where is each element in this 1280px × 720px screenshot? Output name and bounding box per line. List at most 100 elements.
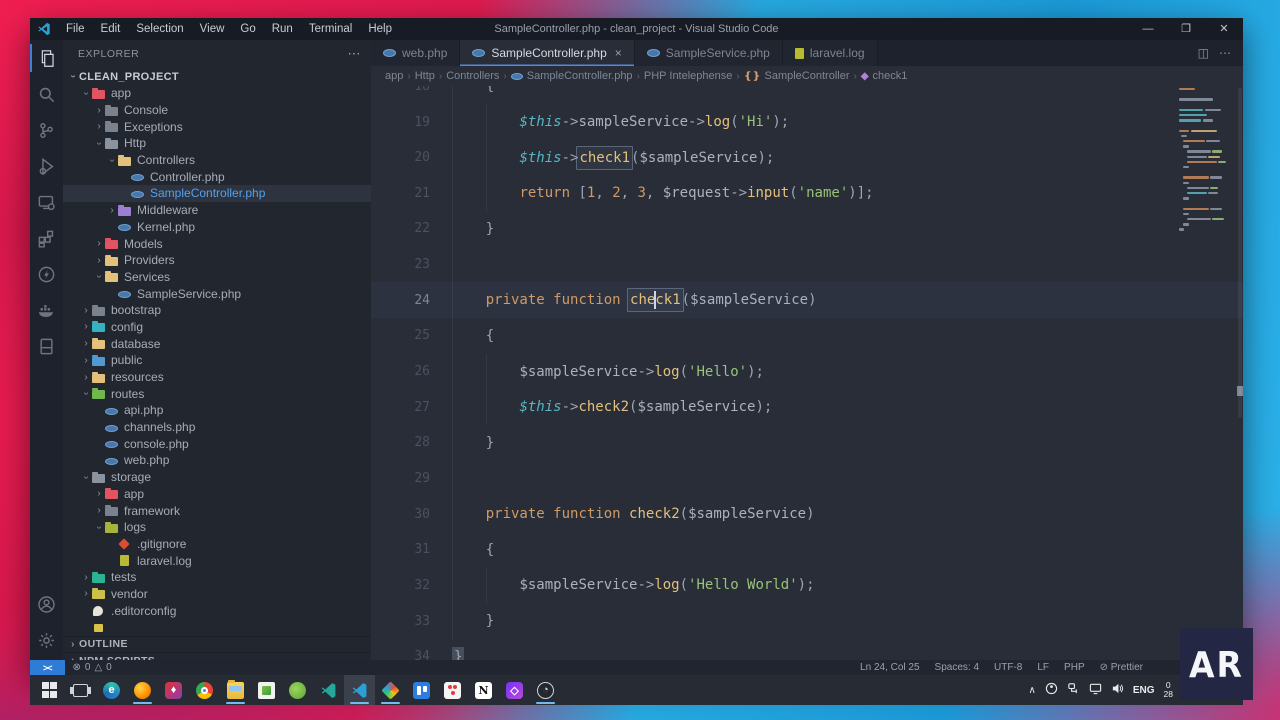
taskbar-icon-file-explorer[interactable]	[220, 675, 251, 705]
tree-item-app[interactable]: › app	[63, 486, 371, 503]
code-line-19[interactable]: 19 $this->sampleService->log('Hi');	[371, 104, 1243, 140]
remote-indicator[interactable]: ><	[30, 660, 65, 675]
tree-item-editorconfig[interactable]: .editorconfig	[63, 602, 371, 619]
more-actions-icon[interactable]: ⋯	[1219, 46, 1231, 60]
code-line-22[interactable]: 22 }	[371, 211, 1243, 247]
taskbar-icon-task-view[interactable]	[65, 675, 96, 705]
editor-scrollbar[interactable]	[1237, 86, 1243, 660]
minimize-button[interactable]: —	[1129, 18, 1167, 40]
tree-item-models[interactable]: › Models	[63, 235, 371, 252]
tray-chevron-up-icon[interactable]: ∧	[1029, 685, 1036, 696]
taskbar-icon-red-dots-app[interactable]	[437, 675, 468, 705]
breadcrumb-item-app[interactable]: app	[385, 70, 403, 82]
taskbar-icon-colorful-diamond-app[interactable]	[375, 675, 406, 705]
breadcrumb-item-controllers[interactable]: Controllers	[446, 70, 499, 82]
search-icon[interactable]	[30, 76, 63, 112]
code-line-28[interactable]: 28 }	[371, 425, 1243, 461]
volume-icon[interactable]	[1111, 682, 1124, 698]
tree-item-config[interactable]: › config	[63, 319, 371, 336]
minimap[interactable]	[1179, 88, 1237, 288]
tab-samplecontroller-php[interactable]: SampleController.php ×	[460, 40, 635, 66]
taskbar-icon-notion[interactable]: N	[468, 675, 499, 705]
tree-item-sampleservice-php[interactable]: SampleService.php	[63, 285, 371, 302]
code-line-21[interactable]: 21 return [1, 2, 3, $request->input('nam…	[371, 175, 1243, 212]
menu-item-run[interactable]: Run	[265, 21, 300, 37]
tab-close-icon[interactable]: ×	[615, 46, 622, 60]
tray-clock[interactable]: 0 28	[1164, 681, 1173, 699]
source-control-icon[interactable]	[30, 112, 63, 148]
notebook-icon[interactable]	[30, 328, 63, 364]
breadcrumb-item-check1[interactable]: check1	[873, 70, 908, 82]
taskbar-icon-firefox[interactable]	[127, 675, 158, 705]
menu-item-edit[interactable]: Edit	[94, 21, 128, 37]
tree-item-api-php[interactable]: api.php	[63, 402, 371, 419]
code-line-31[interactable]: 31 {	[371, 531, 1243, 568]
problems-indicator[interactable]: ⊗ 0 △ 0	[65, 662, 112, 673]
breadcrumb-item-php-intelephense[interactable]: PHP Intelephense	[644, 70, 732, 82]
tree-item-tests[interactable]: › tests	[63, 569, 371, 586]
close-button[interactable]: ✕	[1205, 18, 1243, 40]
tree-item-app[interactable]: › app	[63, 85, 371, 102]
code-line-18[interactable]: 18 {	[371, 86, 1243, 105]
tree-item-services[interactable]: › Services	[63, 269, 371, 286]
tree-item-web-php[interactable]: web.php	[63, 452, 371, 469]
obs-tray-icon[interactable]	[1045, 682, 1058, 698]
tree-item-resources[interactable]: › resources	[63, 369, 371, 386]
code-line-20[interactable]: 20 $this->check1($sampleService);	[371, 139, 1243, 176]
extensions-icon[interactable]	[30, 220, 63, 256]
tree-item-controllers[interactable]: › Controllers	[63, 152, 371, 169]
taskbar-icon-trello[interactable]	[406, 675, 437, 705]
menu-item-view[interactable]: View	[193, 21, 232, 37]
tab-laravel-log[interactable]: laravel.log	[782, 40, 878, 66]
breadcrumb-item-samplecontroller-php[interactable]: SampleController.php	[527, 70, 633, 82]
taskbar-icon-vscode[interactable]	[344, 675, 375, 705]
status-ln-24-col-25[interactable]: Ln 24, Col 25	[860, 662, 920, 673]
network-icon[interactable]	[1067, 682, 1080, 698]
tree-item-framework[interactable]: › framework	[63, 502, 371, 519]
code-line-24[interactable]: 24 private function check1($sampleServic…	[371, 282, 1243, 319]
status-php[interactable]: PHP	[1064, 662, 1085, 673]
thunder-client-icon[interactable]	[30, 256, 63, 292]
status-prettier[interactable]: ⊘ Prettier	[1100, 662, 1143, 673]
display-icon[interactable]	[1089, 682, 1102, 698]
code-line-26[interactable]: 26 $sampleService->log('Hello');	[371, 353, 1243, 390]
taskbar-icon-start[interactable]	[34, 675, 65, 705]
tree-item-console-php[interactable]: console.php	[63, 435, 371, 452]
tree-item-console[interactable]: › Console	[63, 102, 371, 119]
menu-item-file[interactable]: File	[59, 21, 92, 37]
sidebar-more-actions-icon[interactable]: ⋯	[348, 46, 362, 62]
tree-item-vendor[interactable]: › vendor	[63, 586, 371, 603]
breadcrumb-item-http[interactable]: Http	[415, 70, 435, 82]
tree-item-item[interactable]	[63, 619, 371, 636]
taskbar-icon-vscode-insiders[interactable]	[313, 675, 344, 705]
tree-item-providers[interactable]: › Providers	[63, 252, 371, 269]
tree-item-middleware[interactable]: › Middleware	[63, 202, 371, 219]
tree-root[interactable]: › CLEAN_PROJECT	[63, 68, 371, 85]
code-line-27[interactable]: 27 $this->check2($sampleService);	[371, 389, 1243, 425]
accounts-icon[interactable]	[30, 586, 63, 622]
tree-item-channels-php[interactable]: channels.php	[63, 419, 371, 436]
tree-item-exceptions[interactable]: › Exceptions	[63, 118, 371, 135]
restore-button[interactable]: ❐	[1167, 18, 1205, 40]
explorer-icon[interactable]	[30, 40, 63, 76]
tab-web-php[interactable]: web.php	[371, 40, 461, 66]
tree-item-storage[interactable]: › storage	[63, 469, 371, 486]
tree-item-database[interactable]: › database	[63, 335, 371, 352]
tree-item-http[interactable]: › Http	[63, 135, 371, 152]
scrollbar-thumb[interactable]	[1238, 88, 1242, 418]
tree-item-routes[interactable]: › routes	[63, 385, 371, 402]
tray-language[interactable]: ENG	[1133, 685, 1155, 696]
section-outline[interactable]: › OUTLINE	[63, 635, 371, 653]
remote-explorer-icon[interactable]	[30, 184, 63, 220]
tree-item-samplecontroller-php[interactable]: SampleController.php	[63, 185, 371, 202]
code-line-29[interactable]: 29	[371, 460, 1243, 497]
status-spaces-4[interactable]: Spaces: 4	[935, 662, 979, 673]
code-line-30[interactable]: 30 private function check2($sampleServic…	[371, 496, 1243, 532]
taskbar-icon-chrome[interactable]	[189, 675, 220, 705]
breadcrumb-item-samplecontroller[interactable]: SampleController	[765, 70, 850, 82]
status-lf[interactable]: LF	[1037, 662, 1049, 673]
section-npm-scripts[interactable]: ›NPM SCRIPTS	[63, 652, 371, 660]
run-debug-icon[interactable]	[30, 148, 63, 184]
taskbar-icon-photos[interactable]	[251, 675, 282, 705]
docker-icon[interactable]	[30, 292, 63, 328]
